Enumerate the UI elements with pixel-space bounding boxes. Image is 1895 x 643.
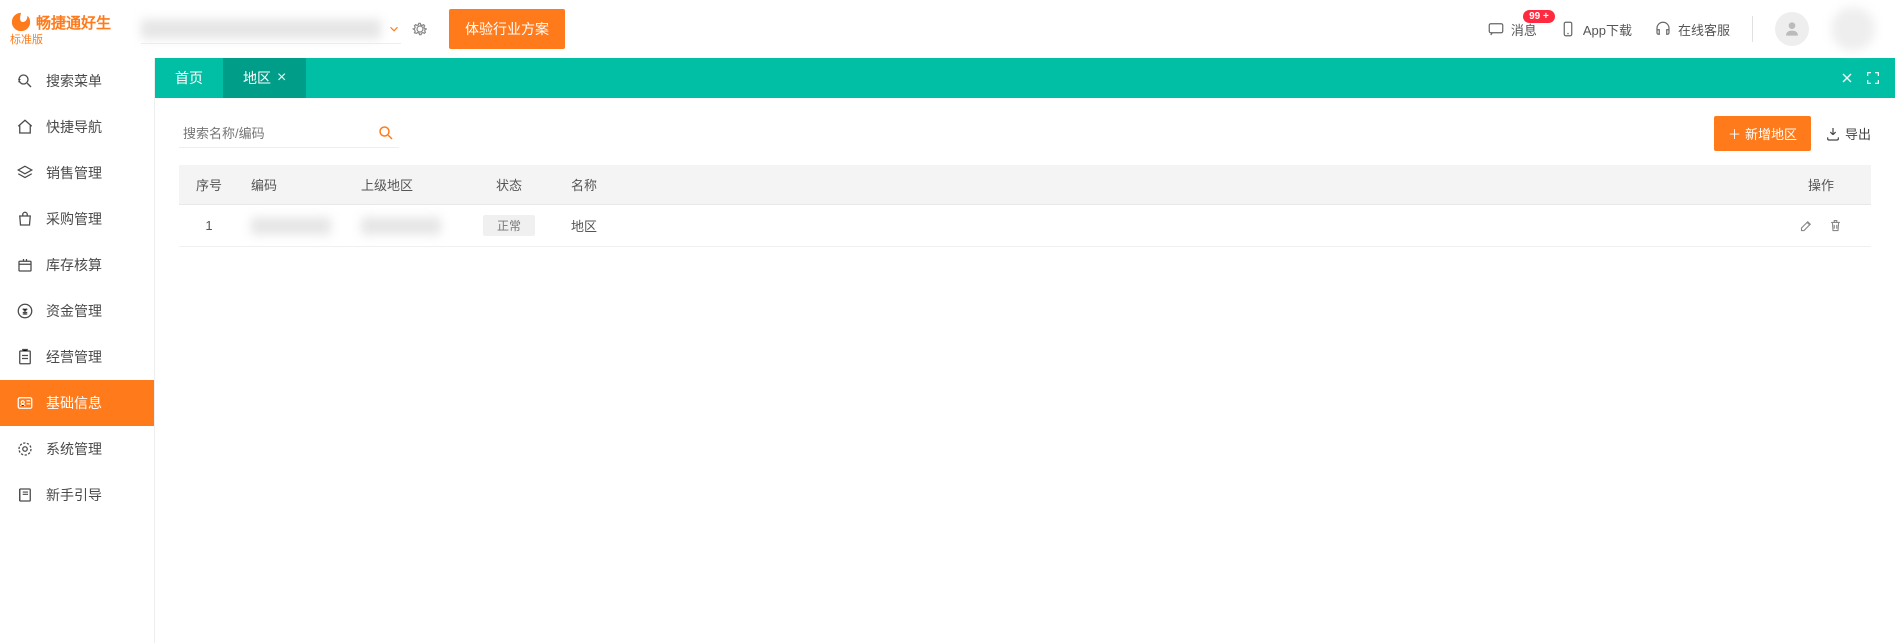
app-download-link[interactable]: App下载 — [1559, 20, 1632, 39]
col-parent: 上级地区 — [349, 165, 459, 205]
col-status: 状态 — [459, 165, 559, 205]
tab-home[interactable]: 首页 — [155, 58, 223, 98]
clip-icon — [16, 348, 34, 366]
sidebar-item-1[interactable]: 快捷导航 — [0, 104, 154, 150]
close-all-icon[interactable] — [1839, 70, 1855, 86]
plus-icon: ＋ — [1728, 124, 1741, 143]
message-badge: 99 + — [1523, 10, 1555, 23]
gear2-icon — [16, 440, 34, 458]
edit-icon[interactable] — [1799, 218, 1814, 233]
messages-link[interactable]: 消息 99 + — [1487, 20, 1537, 39]
sidebar-item-label: 快捷导航 — [46, 117, 102, 137]
home-icon — [16, 118, 34, 136]
status-badge: 正常 — [483, 215, 535, 236]
sidebar-item-4[interactable]: 库存核算 — [0, 242, 154, 288]
sidebar-item-label: 销售管理 — [46, 163, 102, 183]
phone-icon — [1559, 20, 1577, 38]
sidebar-item-7[interactable]: 基础信息 — [0, 380, 154, 426]
tab-region[interactable]: 地区 × — [223, 58, 306, 98]
table-row: 1xx正常地区 — [179, 205, 1871, 247]
message-icon — [1487, 20, 1505, 38]
company-name: xxxxx — [141, 19, 381, 39]
col-code: 编码 — [239, 165, 349, 205]
delete-icon[interactable] — [1828, 218, 1843, 233]
settings-icon[interactable] — [411, 20, 429, 38]
box-icon — [16, 256, 34, 274]
col-seq: 序号 — [179, 165, 239, 205]
sidebar-item-label: 库存核算 — [46, 255, 102, 275]
sidebar-item-2[interactable]: 销售管理 — [0, 150, 154, 196]
search-icon[interactable] — [377, 124, 395, 142]
sidebar-item-5[interactable]: 资金管理 — [0, 288, 154, 334]
sidebar-item-3[interactable]: 采购管理 — [0, 196, 154, 242]
fullscreen-icon[interactable] — [1865, 70, 1881, 86]
sidebar-item-8[interactable]: 系统管理 — [0, 426, 154, 472]
bag-icon — [16, 210, 34, 228]
brand-name: 畅捷通好生 — [36, 12, 111, 33]
support-link[interactable]: 在线客服 — [1654, 20, 1730, 39]
sidebar-item-label: 采购管理 — [46, 209, 102, 229]
col-name: 名称 — [559, 165, 1771, 205]
sidebar-item-label: 经营管理 — [46, 347, 102, 367]
sidebar-item-label: 系统管理 — [46, 439, 102, 459]
search-icon — [16, 72, 34, 90]
chevron-down-icon — [387, 22, 401, 36]
brand-icon — [10, 11, 32, 33]
book-icon — [16, 486, 34, 504]
card-icon — [16, 394, 34, 412]
avatar-small[interactable] — [1775, 12, 1809, 46]
close-icon[interactable]: × — [277, 69, 286, 87]
tag-icon — [16, 164, 34, 182]
sidebar-item-label: 资金管理 — [46, 301, 102, 321]
sidebar-item-0[interactable]: 搜索菜单 — [0, 58, 154, 104]
search-input[interactable] — [179, 120, 399, 147]
money-icon — [16, 302, 34, 320]
avatar-large[interactable] — [1831, 7, 1875, 51]
company-selector[interactable]: xxxxx — [141, 15, 401, 44]
export-button[interactable]: 导出 — [1825, 124, 1871, 143]
sidebar-item-label: 新手引导 — [46, 485, 102, 505]
sidebar-item-label: 基础信息 — [46, 393, 102, 413]
experience-button[interactable]: 体验行业方案 — [449, 9, 565, 49]
sidebar-item-6[interactable]: 经营管理 — [0, 334, 154, 380]
headset-icon — [1654, 20, 1672, 38]
sidebar-item-9[interactable]: 新手引导 — [0, 472, 154, 518]
col-op: 操作 — [1771, 165, 1871, 205]
brand-edition: 标准版 — [10, 31, 111, 47]
add-region-button[interactable]: ＋ 新增地区 — [1714, 116, 1811, 151]
sidebar-item-label: 搜索菜单 — [46, 71, 102, 91]
export-icon — [1825, 126, 1841, 142]
